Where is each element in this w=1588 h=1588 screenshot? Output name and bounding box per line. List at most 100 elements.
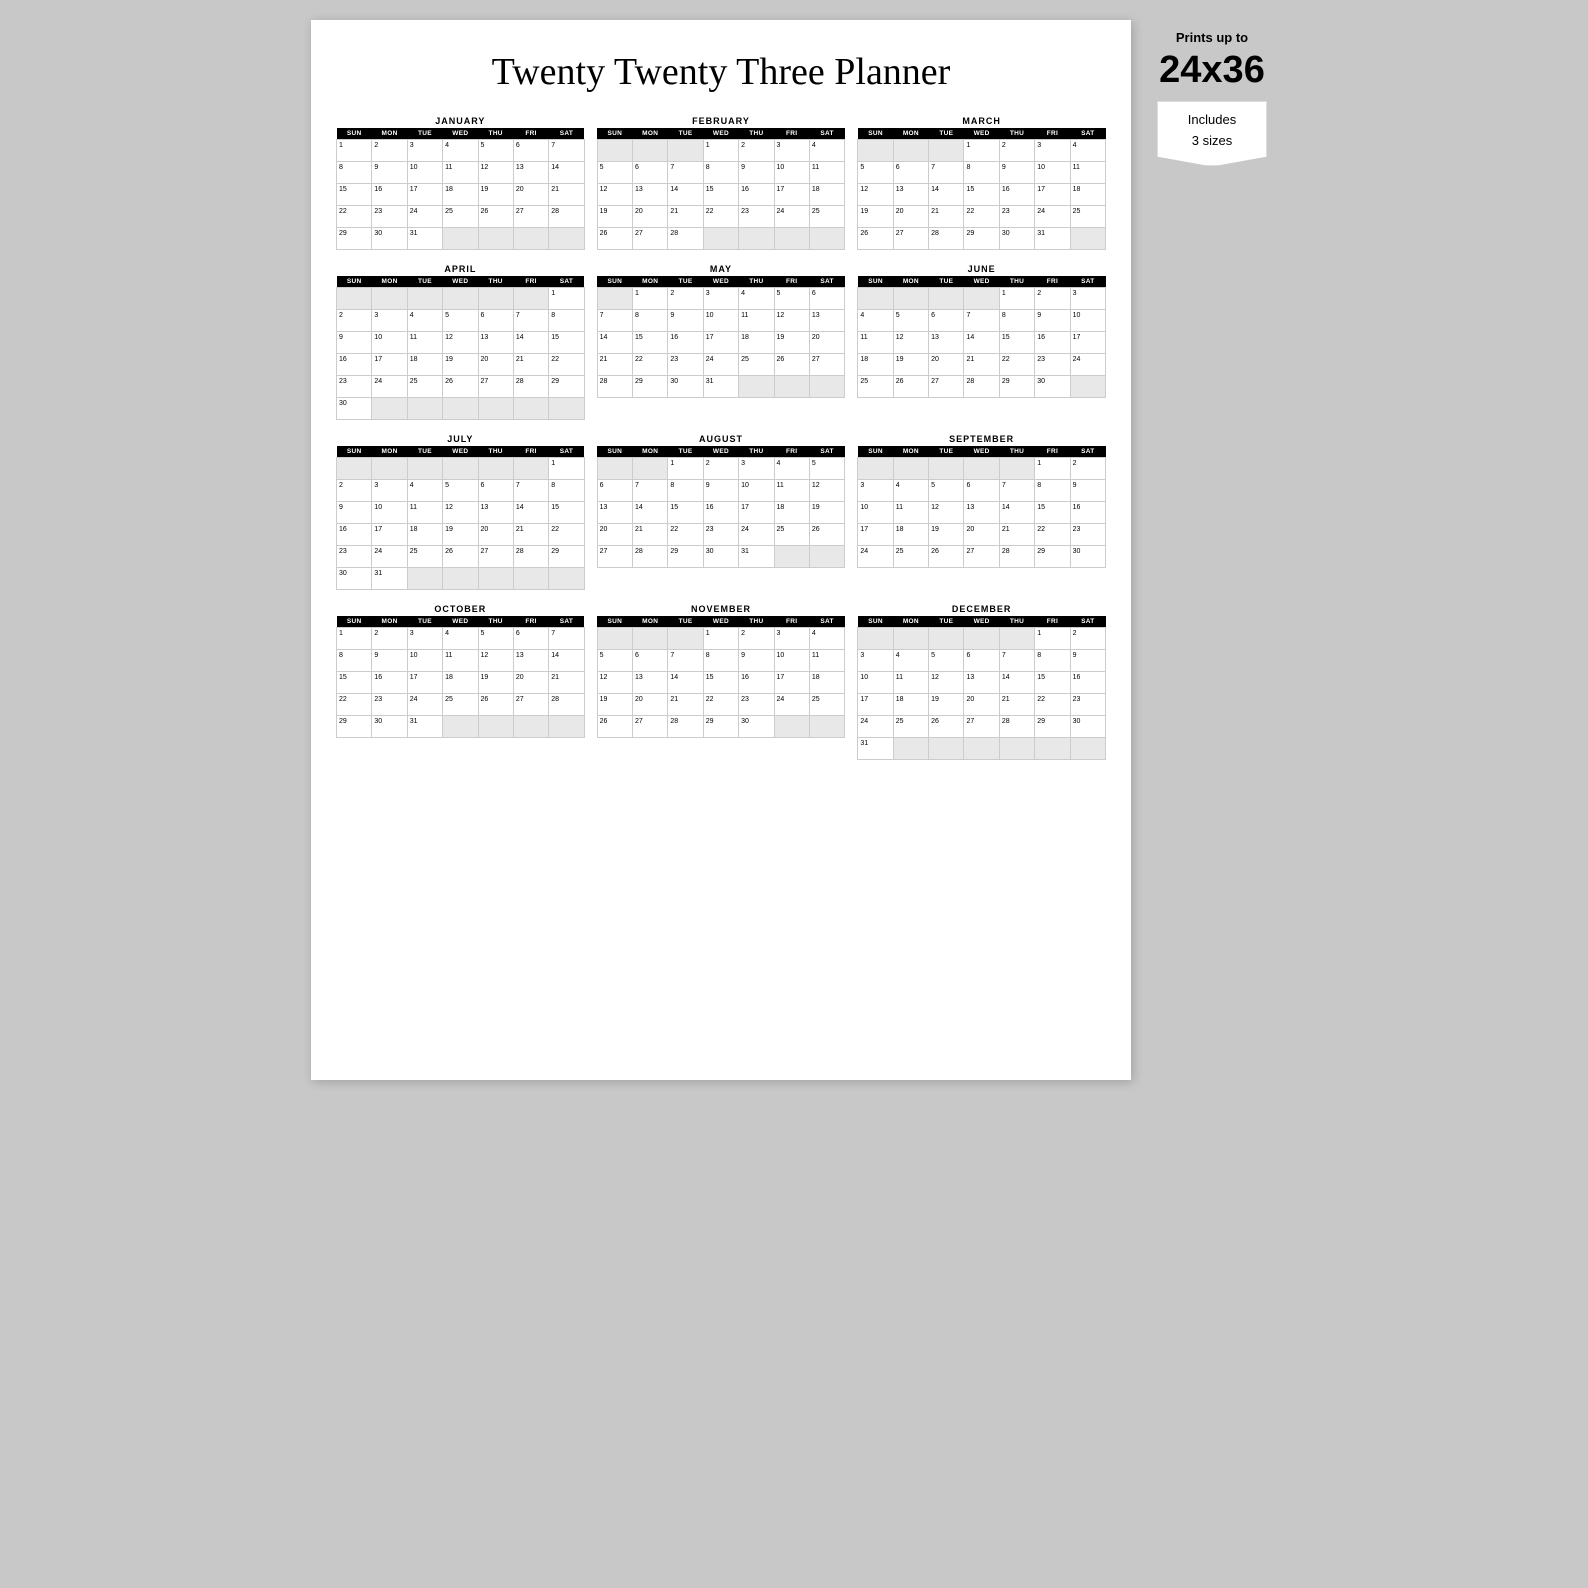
day-header: FRI	[1035, 128, 1070, 140]
day-header: MON	[633, 616, 668, 628]
cal-day: 28	[668, 228, 703, 250]
cal-table: SUNMONTUEWEDTHUFRISAT1234567891011121314…	[336, 128, 585, 250]
cal-day	[478, 398, 513, 420]
cal-day: 26	[597, 228, 632, 250]
cal-day	[372, 398, 407, 420]
cal-day	[513, 228, 548, 250]
cal-day: 21	[549, 672, 584, 694]
cal-day	[372, 288, 407, 310]
cal-day	[443, 568, 478, 590]
cal-day: 12	[443, 332, 478, 354]
cal-day: 12	[774, 310, 809, 332]
cal-day: 16	[1070, 502, 1105, 524]
cal-day: 15	[633, 332, 668, 354]
cal-day	[478, 288, 513, 310]
cal-day: 8	[703, 162, 738, 184]
cal-day: 20	[633, 694, 668, 716]
cal-day: 5	[893, 310, 928, 332]
cal-day: 18	[893, 694, 928, 716]
cal-day: 31	[372, 568, 407, 590]
cal-day: 30	[1070, 546, 1105, 568]
cal-day: 11	[809, 650, 844, 672]
cal-day: 18	[774, 502, 809, 524]
cal-day: 8	[337, 162, 372, 184]
cal-day: 25	[809, 694, 844, 716]
day-header: TUE	[929, 276, 964, 288]
day-header: SUN	[597, 446, 632, 458]
day-header: TUE	[407, 128, 442, 140]
day-header: MON	[893, 276, 928, 288]
cal-day: 7	[999, 480, 1034, 502]
cal-day: 1	[1035, 628, 1070, 650]
cal-day: 4	[443, 628, 478, 650]
cal-day: 28	[549, 206, 584, 228]
cal-day: 27	[964, 716, 999, 738]
cal-day: 17	[372, 354, 407, 376]
cal-day: 30	[703, 546, 738, 568]
cal-day: 12	[478, 162, 513, 184]
day-header: FRI	[513, 276, 548, 288]
cal-day: 6	[964, 480, 999, 502]
cal-day: 1	[703, 628, 738, 650]
cal-day: 24	[703, 354, 738, 376]
cal-day: 9	[1070, 650, 1105, 672]
cal-day: 17	[1035, 184, 1070, 206]
cal-day: 4	[407, 480, 442, 502]
cal-day: 26	[929, 716, 964, 738]
cal-day	[597, 458, 632, 480]
cal-day: 1	[337, 628, 372, 650]
day-header: TUE	[407, 446, 442, 458]
cal-day	[999, 628, 1034, 650]
cal-table: SUNMONTUEWEDTHUFRISAT1234567891011121314…	[857, 276, 1106, 398]
day-header: TUE	[929, 128, 964, 140]
cal-day: 20	[964, 524, 999, 546]
day-header: WED	[964, 128, 999, 140]
cal-day: 28	[549, 694, 584, 716]
cal-day: 23	[1035, 354, 1070, 376]
cal-day: 27	[929, 376, 964, 398]
day-header: TUE	[668, 128, 703, 140]
cal-day: 8	[549, 480, 584, 502]
day-header: SUN	[337, 276, 372, 288]
day-header: SAT	[1070, 276, 1105, 288]
cal-day: 2	[1070, 628, 1105, 650]
cal-day: 29	[337, 228, 372, 250]
cal-day: 5	[809, 458, 844, 480]
cal-day	[513, 568, 548, 590]
cal-day: 9	[1035, 310, 1070, 332]
cal-day: 9	[372, 650, 407, 672]
day-header: SAT	[809, 128, 844, 140]
day-header: MON	[372, 128, 407, 140]
cal-day: 22	[703, 206, 738, 228]
cal-day: 22	[703, 694, 738, 716]
cal-day: 27	[633, 716, 668, 738]
cal-day: 10	[774, 650, 809, 672]
cal-day: 4	[809, 140, 844, 162]
cal-day: 19	[774, 332, 809, 354]
day-header: THU	[999, 276, 1034, 288]
cal-day: 23	[1070, 524, 1105, 546]
cal-day: 16	[372, 184, 407, 206]
cal-day	[964, 738, 999, 760]
cal-day	[809, 228, 844, 250]
cal-day: 31	[739, 546, 774, 568]
cal-day: 9	[372, 162, 407, 184]
cal-day: 20	[929, 354, 964, 376]
cal-day: 25	[1070, 206, 1105, 228]
cal-day: 28	[964, 376, 999, 398]
day-header: SUN	[858, 276, 893, 288]
cal-day: 25	[443, 206, 478, 228]
cal-day: 30	[372, 716, 407, 738]
cal-day: 2	[739, 628, 774, 650]
cal-day: 14	[549, 650, 584, 672]
cal-day: 27	[964, 546, 999, 568]
cal-day: 17	[774, 184, 809, 206]
day-header: THU	[999, 446, 1034, 458]
day-header: SAT	[809, 276, 844, 288]
cal-day: 1	[703, 140, 738, 162]
cal-day: 1	[549, 458, 584, 480]
month-name: MAY	[597, 264, 846, 274]
cal-day: 9	[668, 310, 703, 332]
cal-table: SUNMONTUEWEDTHUFRISAT1234567891011121314…	[597, 446, 846, 568]
cal-day: 21	[668, 694, 703, 716]
